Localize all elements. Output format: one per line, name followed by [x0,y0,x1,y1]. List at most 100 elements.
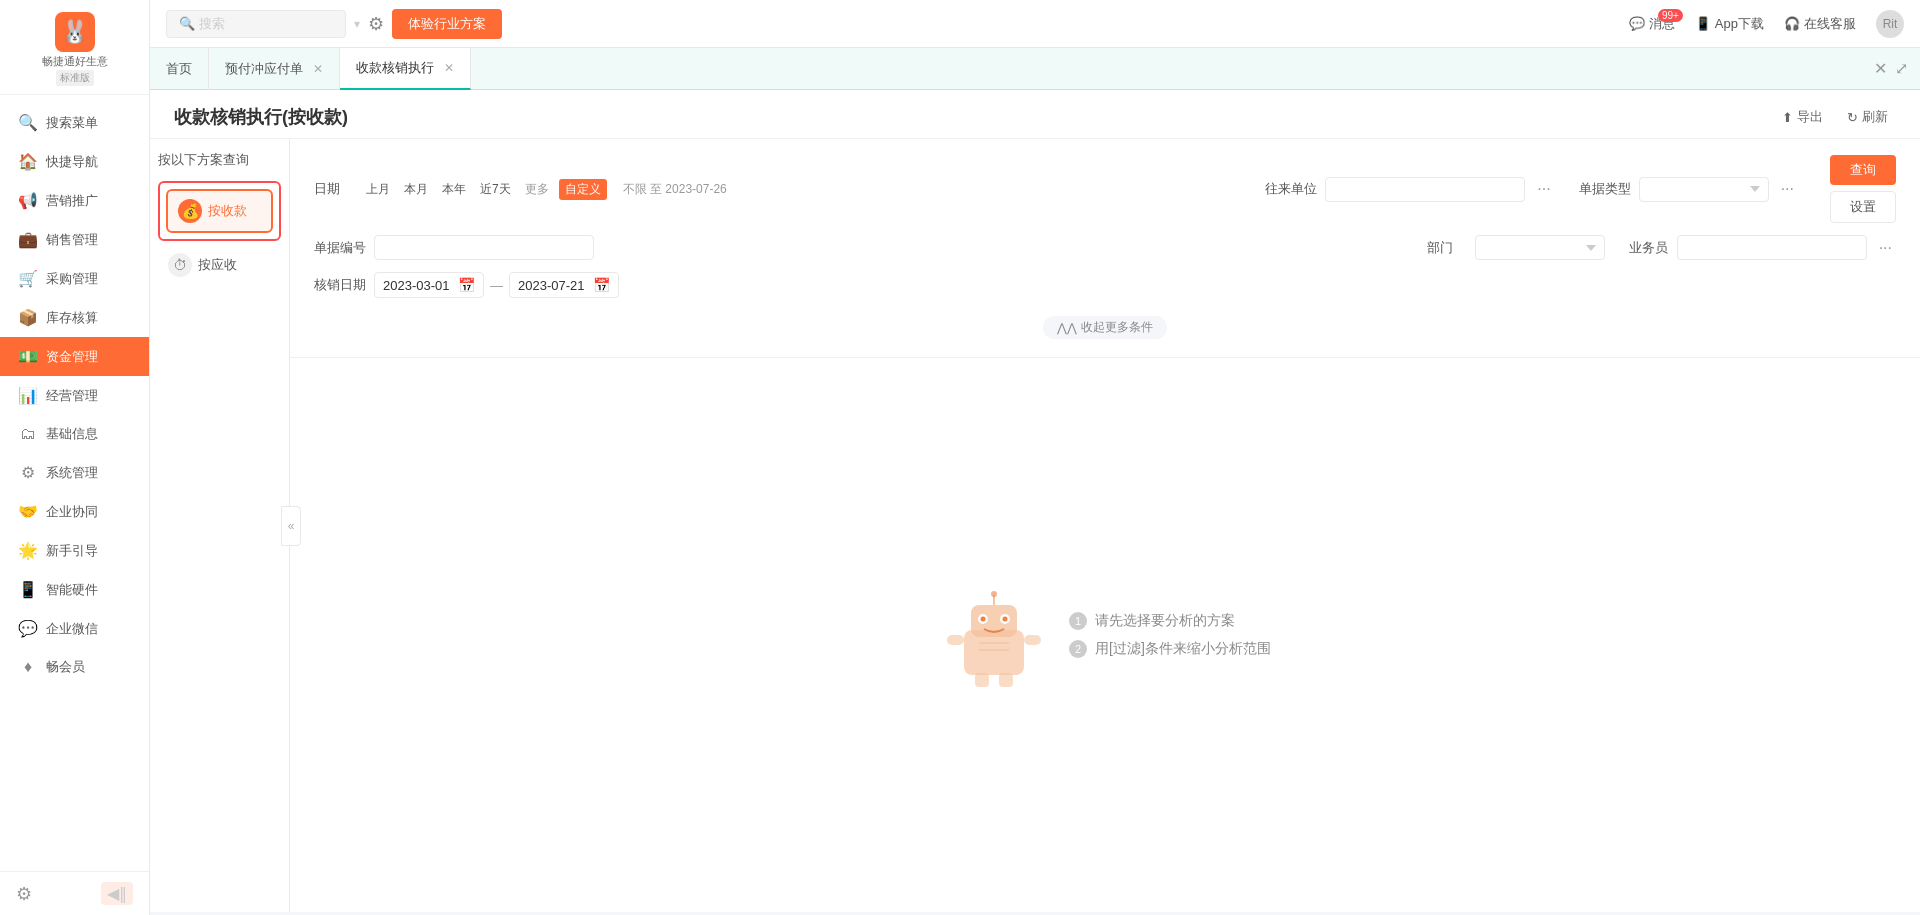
voucher-no-input[interactable] [374,235,594,260]
online-service-button[interactable]: 🎧 在线客服 [1784,15,1856,33]
main-content-area: 日期 上月 本月 本年 近7天 更多 自定义 不限 至 2023-07-26 [290,139,1920,912]
online-service-label: 在线客服 [1804,15,1856,33]
filter-panel-collapse-button[interactable]: « [281,506,301,546]
staff-more-icon[interactable]: ··· [1875,239,1896,257]
export-button[interactable]: ⬆ 导出 [1774,104,1831,130]
wechat-icon: 💬 [18,619,38,638]
sidebar-item-label: 系统管理 [46,464,98,482]
page-actions: ⬆ 导出 ↻ 刷新 [1774,104,1896,130]
tab-prepay[interactable]: 预付冲应付单 ✕ [209,48,340,90]
last-month-btn[interactable]: 上月 [362,179,394,200]
empty-illustration [939,585,1039,685]
collapse-sidebar-button[interactable]: ◀‖ [101,882,133,905]
collapse-up-icon: ⋀⋀ [1057,321,1077,335]
purchase-icon: 🛒 [18,269,38,288]
settings-button[interactable]: 设置 [1830,191,1896,223]
global-search[interactable]: 🔍 搜索 [166,10,346,38]
svg-point-4 [981,617,986,622]
svg-rect-8 [947,635,964,645]
sidebar-item-system[interactable]: ⚙ 系统管理 [0,453,149,492]
filter-item-by-receivable[interactable]: ⏱ 按应收 [158,245,281,285]
counterparty-more-icon[interactable]: ··· [1533,180,1554,198]
sidebar-item-search[interactable]: 🔍 搜索菜单 [0,103,149,142]
verify-date-end-value: 2023-07-21 [518,278,585,293]
more-date-btn[interactable]: 更多 [521,179,553,200]
topbar-gear-icon[interactable]: ⚙ [368,13,384,35]
page-title: 收款核销执行(按收款) [174,105,348,129]
close-all-tabs-icon[interactable]: ✕ [1874,59,1887,78]
tab-collection-label: 收款核销执行 [356,59,434,77]
tab-prepay-close-icon[interactable]: ✕ [313,62,323,76]
filter-row-2: 单据编号 部门 业务员 ··· [314,235,1896,260]
filter-row-1: 日期 上月 本月 本年 近7天 更多 自定义 不限 至 2023-07-26 [314,155,1896,223]
main-area: 🔍 搜索 ▾ ⚙ 体验行业方案 💬 消息 99+ 📱 App下载 🎧 在线客服 [150,0,1920,915]
this-month-btn[interactable]: 本月 [400,179,432,200]
industry-solution-button[interactable]: 体验行业方案 [392,9,502,39]
verify-date-end-input[interactable]: 2023-07-21 📅 [509,272,619,298]
sidebar-item-purchase[interactable]: 🛒 采购管理 [0,259,149,298]
last-7-days-btn[interactable]: 近7天 [476,179,515,200]
tab-collection[interactable]: 收款核销执行 ✕ [340,48,471,90]
filter-item-by-receipt[interactable]: 💰 按收款 [166,189,273,233]
this-year-btn[interactable]: 本年 [438,179,470,200]
hint-text-2: 用[过滤]条件来缩小分析范围 [1095,640,1271,658]
tab-home[interactable]: 首页 [150,48,209,90]
sidebar-item-basic[interactable]: 🗂 基础信息 [0,415,149,453]
inventory-icon: 📦 [18,308,38,327]
logo-icon: 🐰 [55,12,95,52]
app-name: 畅捷通好生意 [42,54,108,68]
sidebar-item-marketing[interactable]: 📢 营销推广 [0,181,149,220]
settings-icon[interactable]: ⚙ [16,883,32,905]
verify-date-start-value: 2023-03-01 [383,278,450,293]
home-icon: 🏠 [18,152,38,171]
sidebar-item-label: 采购管理 [46,270,98,288]
user-profile[interactable]: Rit [1876,10,1904,38]
collapse-more-conditions[interactable]: ⋀⋀ 收起更多条件 [314,310,1896,349]
refresh-label: 刷新 [1862,108,1888,126]
empty-hints: 1 请先选择要分析的方案 2 用[过滤]条件来缩小分析范围 [1069,612,1271,658]
sidebar-item-sales[interactable]: 💼 销售管理 [0,220,149,259]
sidebar-item-label: 库存核算 [46,309,98,327]
sidebar-item-hardware[interactable]: 📱 智能硬件 [0,570,149,609]
staff-input[interactable] [1677,235,1867,260]
app-download-label: App下载 [1715,15,1764,33]
system-icon: ⚙ [18,463,38,482]
sidebar-item-member[interactable]: ♦ 畅会员 [0,648,149,686]
tabbar-actions: ✕ ⤢ [1874,59,1920,78]
collab-icon: 🤝 [18,502,38,521]
sidebar-item-wechat[interactable]: 💬 企业微信 [0,609,149,648]
custom-date-btn[interactable]: 自定义 [559,179,607,200]
sidebar-item-collab[interactable]: 🤝 企业协同 [0,492,149,531]
verify-date-range: 2023-03-01 📅 — 2023-07-21 📅 [374,272,619,298]
counterparty-input[interactable] [1325,177,1525,202]
calendar-end-icon: 📅 [593,277,610,293]
app-download-button[interactable]: 📱 App下载 [1695,15,1764,33]
refresh-button[interactable]: ↻ 刷新 [1839,104,1896,130]
sidebar-item-ops[interactable]: 📊 经营管理 [0,376,149,415]
empty-state: 1 请先选择要分析的方案 2 用[过滤]条件来缩小分析范围 [290,358,1920,912]
staff-field: 业务员 ··· [1629,235,1896,260]
date-shortcuts: 上月 本月 本年 近7天 更多 自定义 [362,179,607,200]
dept-label: 部门 [1427,239,1467,257]
message-icon: 💬 [1629,16,1645,31]
sidebar-item-quick-nav[interactable]: 🏠 快捷导航 [0,142,149,181]
sidebar-item-capital[interactable]: 💵 资金管理 [0,337,149,376]
sidebar-item-guide[interactable]: 🌟 新手引导 [0,531,149,570]
filter-panel-title: 按以下方案查询 [158,151,281,169]
tab-collection-close-icon[interactable]: ✕ [444,61,454,75]
expand-icon[interactable]: ⤢ [1895,59,1908,78]
voucher-type-more-icon[interactable]: ··· [1777,180,1798,198]
verify-date-start-input[interactable]: 2023-03-01 📅 [374,272,484,298]
query-button[interactable]: 查询 [1830,155,1896,185]
export-icon: ⬆ [1782,110,1793,125]
search-dropdown-arrow[interactable]: ▾ [354,17,360,31]
download-icon: 📱 [1695,16,1711,31]
page-header: 收款核销执行(按收款) ⬆ 导出 ↻ 刷新 [150,90,1920,139]
sidebar-item-inventory[interactable]: 📦 库存核算 [0,298,149,337]
message-button[interactable]: 💬 消息 99+ [1629,15,1675,33]
tab-prepay-label: 预付冲应付单 [225,60,303,78]
dept-select[interactable] [1475,235,1605,260]
voucher-no-field: 单据编号 [314,235,594,260]
voucher-type-select[interactable] [1639,177,1769,202]
verify-date-field: 核销日期 2023-03-01 📅 — 2023-07-21 📅 [314,272,619,298]
